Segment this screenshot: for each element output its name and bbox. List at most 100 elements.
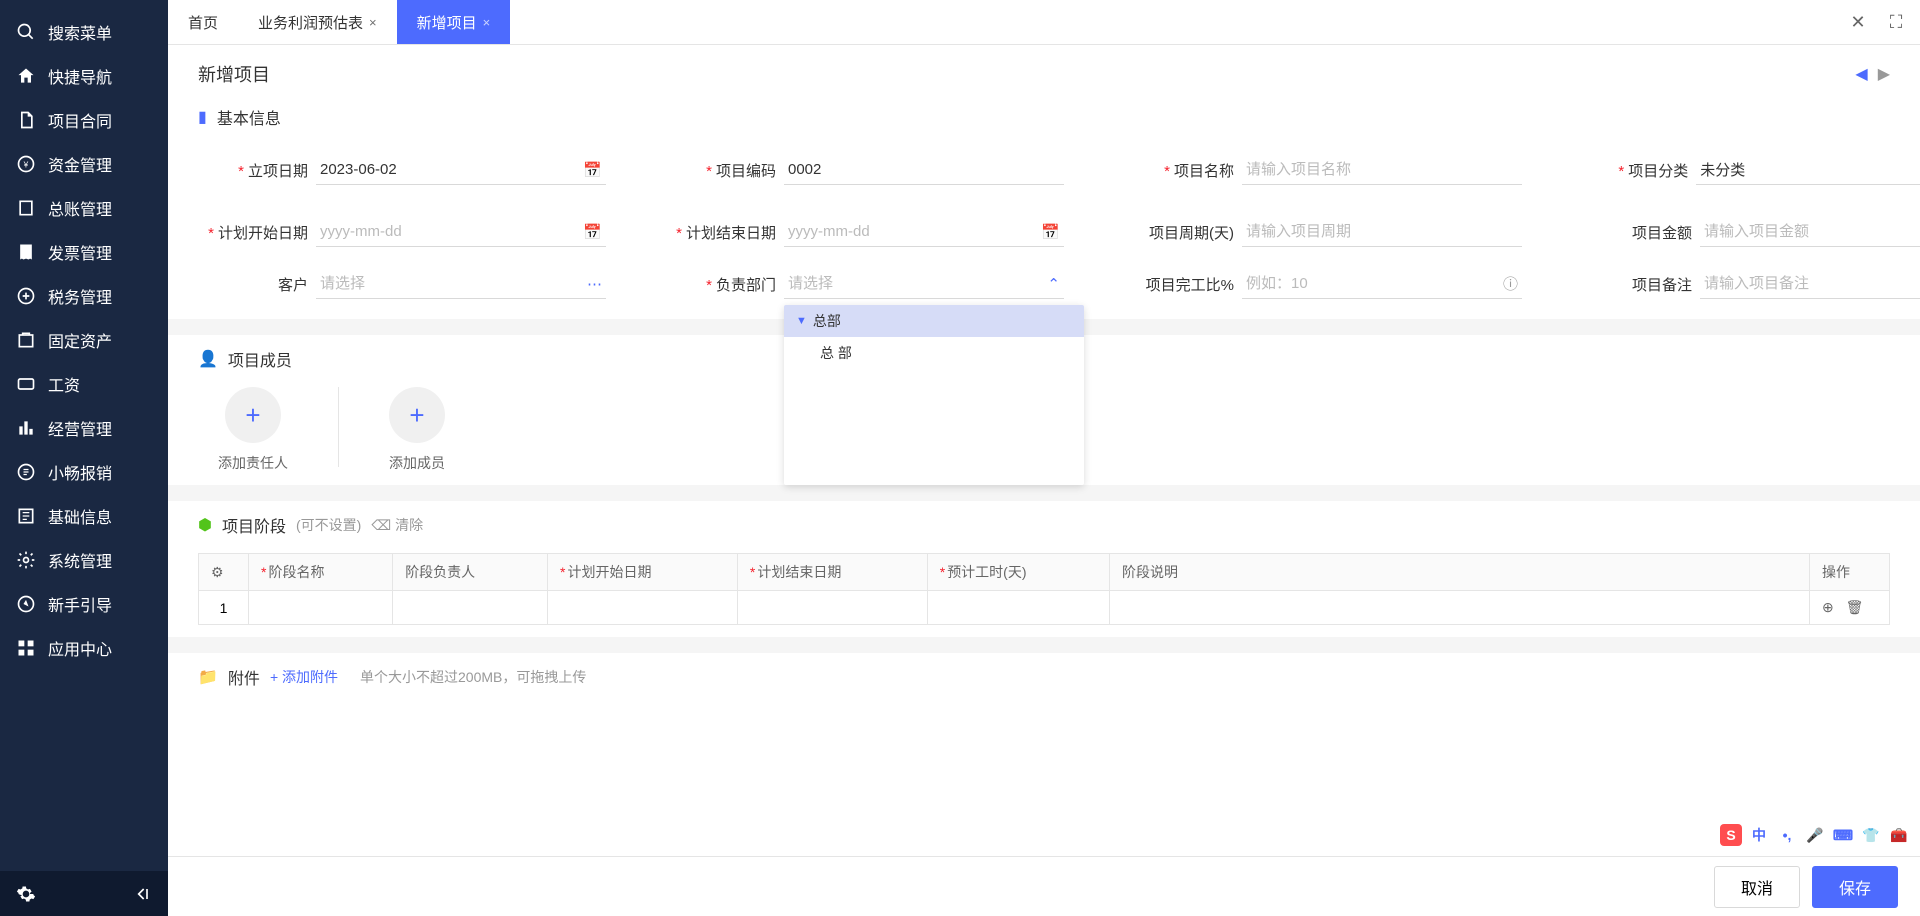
ime-punct-icon[interactable]: •, (1776, 824, 1798, 846)
calendar-icon[interactable]: 📅 (1041, 223, 1060, 241)
remarks-input[interactable] (1700, 269, 1920, 298)
form-row: *计划开始日期 📅 *计划结束日期 📅 项目周期(天) (198, 217, 1890, 247)
tab-profit-estimate[interactable]: 业务利润预估表 × (238, 0, 397, 44)
sidebar-item-asset[interactable]: 固定资产 (0, 318, 168, 362)
form-row: 客户 ⋯ *负责部门 ⌃ ▼ 总部 (198, 269, 1890, 299)
section-attachments: 📁 附件 + 添加附件 单个大小不超过200MB，可拖拽上传 (168, 653, 1920, 785)
cell-stage-name[interactable] (249, 591, 393, 625)
info-icon (16, 506, 36, 526)
calendar-icon[interactable]: 📅 (583, 223, 602, 241)
fullscreen-icon[interactable]: ⛶ (1884, 10, 1908, 34)
add-member-button[interactable]: + (389, 387, 445, 443)
close-icon[interactable]: × (483, 15, 491, 30)
cell-plan-end[interactable] (737, 591, 927, 625)
ime-toolbar: S 中 •, 🎤 ⌨ 👕 🧰 (1720, 824, 1910, 846)
field-label: 项目完工比% (1124, 274, 1234, 295)
ime-mic-icon[interactable]: 🎤 (1804, 824, 1826, 846)
add-responsible-card: + 添加责任人 (218, 387, 288, 473)
save-button[interactable]: 保存 (1812, 866, 1898, 908)
customer-select[interactable] (316, 269, 606, 298)
dropdown-item-root[interactable]: ▼ 总部 (784, 305, 1084, 337)
sidebar-item-contract[interactable]: 项目合同 (0, 98, 168, 142)
field-project-code: *项目编码 (666, 155, 1064, 185)
close-panel-icon[interactable]: ✕ (1846, 10, 1870, 34)
settings-icon[interactable] (16, 884, 36, 904)
sidebar-item-apps[interactable]: 应用中心 (0, 626, 168, 670)
add-member-card: + 添加成员 (389, 387, 445, 473)
document-icon (16, 110, 36, 130)
expand-arrow-icon[interactable]: ▼ (796, 315, 807, 327)
project-category-select[interactable] (1696, 155, 1920, 184)
wallet-icon (16, 374, 36, 394)
department-select[interactable] (784, 269, 1064, 298)
cell-hours[interactable] (927, 591, 1109, 625)
table-row: 1 ⊕ 🗑 (199, 591, 1890, 625)
topbar-actions: ✕ ⛶ (1846, 10, 1920, 34)
tab-home[interactable]: 首页 (168, 0, 238, 44)
sidebar-item-search[interactable]: 搜索菜单 (0, 10, 168, 54)
completion-input[interactable] (1242, 269, 1522, 298)
cell-plan-start[interactable] (548, 591, 738, 625)
broom-icon: ⌫ (371, 517, 391, 534)
plan-end-input[interactable] (784, 217, 1064, 246)
nav-next-icon[interactable]: ▶ (1878, 64, 1890, 84)
sidebar-item-invoice[interactable]: 发票管理 (0, 230, 168, 274)
create-date-input[interactable] (316, 155, 606, 184)
ime-logo-icon[interactable]: S (1720, 824, 1742, 846)
nav-prev-icon[interactable]: ◀ (1855, 64, 1867, 84)
add-member-label: 添加成员 (389, 453, 445, 473)
cell-stage-owner[interactable] (393, 591, 548, 625)
sidebar-item-info[interactable]: 基础信息 (0, 494, 168, 538)
chevron-up-icon[interactable]: ⌃ (1047, 275, 1060, 293)
help-icon[interactable]: ⓘ (1503, 273, 1518, 294)
delete-row-icon[interactable]: 🗑 (1846, 599, 1864, 615)
project-code-input[interactable] (784, 155, 1064, 184)
section-header-basic: ▮ 基本信息 (198, 105, 1890, 129)
add-attachment-button[interactable]: + 添加附件 (270, 667, 338, 687)
row-num: 1 (199, 591, 249, 625)
ime-skin-icon[interactable]: 👕 (1860, 824, 1882, 846)
sidebar-item-biz[interactable]: 经营管理 (0, 406, 168, 450)
sidebar-item-guide[interactable]: 新手引导 (0, 582, 168, 626)
more-icon[interactable]: ⋯ (587, 275, 602, 293)
tab-new-project[interactable]: 新增项目 × (397, 0, 511, 44)
topbar: 首页 业务利润预估表 × 新增项目 × ✕ ⛶ (168, 0, 1920, 45)
field-label: *项目编码 (666, 160, 776, 181)
department-dropdown: ▼ 总部 总 部 (784, 305, 1084, 485)
add-responsible-button[interactable]: + (225, 387, 281, 443)
ime-toolbox-icon[interactable]: 🧰 (1888, 824, 1910, 846)
dropdown-item-child[interactable]: 总 部 (784, 337, 1084, 369)
sidebar-item-ledger[interactable]: 总账管理 (0, 186, 168, 230)
th-settings[interactable]: ⚙ (199, 554, 249, 591)
sidebar-item-tax[interactable]: 税务管理 (0, 274, 168, 318)
plan-start-input[interactable] (316, 217, 606, 246)
collapse-icon[interactable] (132, 884, 152, 904)
field-amount: 项目金额 (1582, 217, 1920, 247)
receipt-icon (16, 242, 36, 262)
home-icon (16, 66, 36, 86)
add-row-icon[interactable]: ⊕ (1822, 599, 1834, 615)
section-basic: ▮ 基本信息 *立项日期 📅 *项目编码 *项目名称 (168, 93, 1920, 319)
amount-input[interactable] (1700, 217, 1920, 246)
sidebar-item-system[interactable]: 系统管理 (0, 538, 168, 582)
search-icon (16, 22, 36, 42)
th-desc: 阶段说明 (1110, 554, 1810, 591)
period-input[interactable] (1242, 217, 1522, 246)
cell-desc[interactable] (1110, 591, 1810, 625)
clear-stages-button[interactable]: ⌫ 清除 (371, 515, 423, 535)
close-icon[interactable]: × (369, 15, 377, 30)
sidebar-item-expense[interactable]: 小畅报销 (0, 450, 168, 494)
sidebar-item-funds[interactable]: ¥ 资金管理 (0, 142, 168, 186)
ime-lang[interactable]: 中 (1748, 824, 1770, 846)
divider (168, 485, 1920, 501)
ime-keyboard-icon[interactable]: ⌨ (1832, 824, 1854, 846)
field-label: 项目周期(天) (1124, 222, 1234, 243)
calendar-icon[interactable]: 📅 (583, 161, 602, 179)
cancel-button[interactable]: 取消 (1714, 866, 1800, 908)
sidebar-item-salary[interactable]: 工资 (0, 362, 168, 406)
section-header-attach: 📁 附件 + 添加附件 单个大小不超过200MB，可拖拽上传 (198, 665, 1890, 689)
sidebar-item-home[interactable]: 快捷导航 (0, 54, 168, 98)
field-plan-start: *计划开始日期 📅 (198, 217, 606, 247)
field-completion: 项目完工比% ⓘ (1124, 269, 1522, 299)
project-name-input[interactable] (1242, 155, 1522, 184)
